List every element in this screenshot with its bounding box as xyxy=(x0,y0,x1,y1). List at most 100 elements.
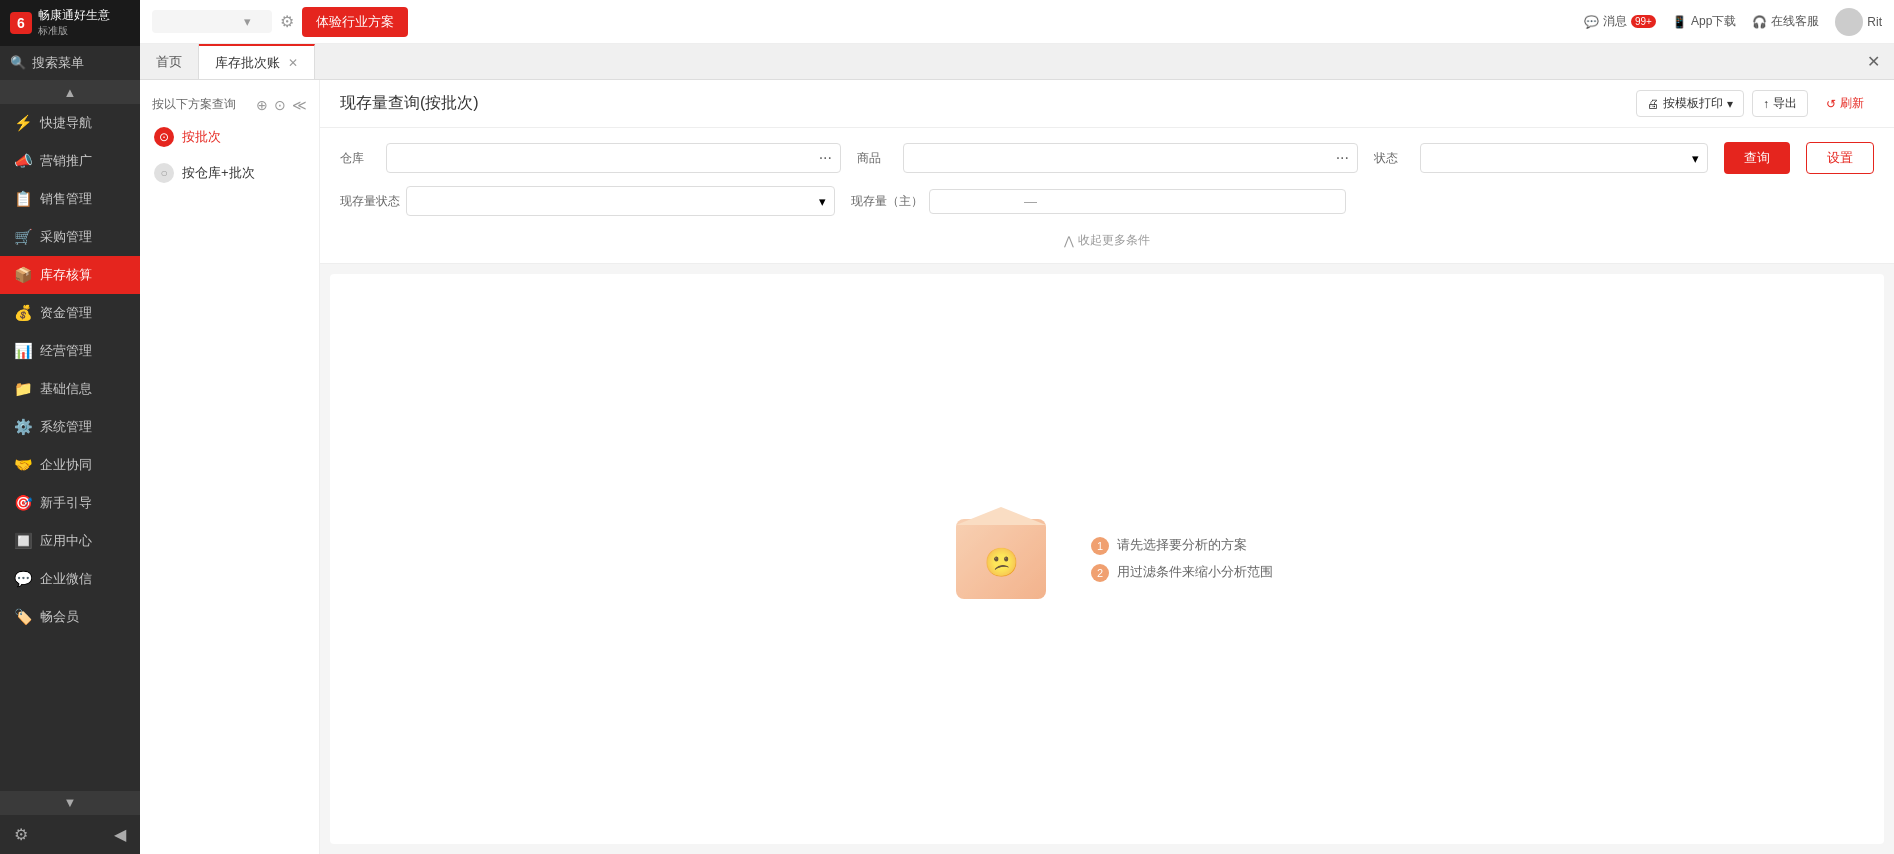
template-print-button[interactable]: 🖨 按模板打印 ▾ xyxy=(1636,90,1744,117)
sidebar-item-label: 新手引导 xyxy=(40,494,92,512)
page-header: 现存量查询(按批次) 🖨 按模板打印 ▾ ↑ 导出 ↺ 刷新 xyxy=(320,80,1894,128)
sidebar-item-label: 营销推广 xyxy=(40,152,92,170)
warehouse-dots[interactable]: ··· xyxy=(819,149,832,167)
settings-plan-icon[interactable]: ⊙ xyxy=(274,97,286,113)
empty-tip-2-text: 用过滤条件来缩小分析范围 xyxy=(1117,563,1273,581)
product-field: 商品 ··· xyxy=(857,143,1358,173)
status-select[interactable]: ▾ xyxy=(1420,143,1708,173)
inventory-status-label: 现存量状态 xyxy=(340,193,400,210)
guide-icon: 🎯 xyxy=(14,494,32,512)
filter-plan-warehouse-batch[interactable]: ○ 按仓库+批次 xyxy=(140,155,319,191)
experience-button[interactable]: 体验行业方案 xyxy=(302,7,408,37)
tab-inventory-batch-label: 库存批次账 xyxy=(215,54,280,72)
sidebar-scroll-up[interactable]: ▲ xyxy=(0,81,140,104)
inventory-qty-label: 现存量（主） xyxy=(851,193,923,210)
query-button[interactable]: 查询 xyxy=(1724,142,1790,174)
chevron-down-icon[interactable]: ▾ xyxy=(244,14,251,29)
qty-max-input[interactable] xyxy=(1043,194,1123,208)
content-area: 按以下方案查询 ⊕ ⊙ ≪ ⊙ 按批次 ○ 按仓库+批次 xyxy=(140,80,1894,854)
product-label: 商品 xyxy=(857,150,897,167)
collapse-row[interactable]: ⋀ 收起更多条件 xyxy=(340,228,1874,253)
product-input[interactable]: ··· xyxy=(903,143,1358,173)
sidebar-item-marketing[interactable]: 📣 营销推广 xyxy=(0,142,140,180)
messages-label: 消息 xyxy=(1603,13,1627,30)
sidebar-item-apps[interactable]: 🔲 应用中心 xyxy=(0,522,140,560)
filter-panel: 按以下方案查询 ⊕ ⊙ ≪ ⊙ 按批次 ○ 按仓库+批次 xyxy=(140,80,320,854)
topbar-gear-icon[interactable]: ⚙ xyxy=(280,12,294,31)
batch-plan-icon: ⊙ xyxy=(154,127,174,147)
empty-tip-2: 2 用过滤条件来缩小分析范围 xyxy=(1091,563,1273,582)
sidebar-item-system[interactable]: ⚙️ 系统管理 xyxy=(0,408,140,446)
tab-home[interactable]: 首页 xyxy=(140,44,199,79)
filter-panel-title: 按以下方案查询 xyxy=(152,96,236,113)
operations-icon: 📊 xyxy=(14,342,32,360)
user-area[interactable]: Rit xyxy=(1835,8,1882,36)
inventory-status-select[interactable]: ▾ xyxy=(406,186,835,216)
product-dots[interactable]: ··· xyxy=(1336,149,1349,167)
collapse-filter-icon[interactable]: ≪ xyxy=(292,97,307,113)
sidebar-item-operations[interactable]: 📊 经营管理 xyxy=(0,332,140,370)
print-dropdown-icon[interactable]: ▾ xyxy=(1727,97,1733,111)
search-form: 仓库 ··· 商品 ··· xyxy=(320,128,1894,264)
sidebar-item-purchase[interactable]: 🛒 采购管理 xyxy=(0,218,140,256)
basic-icon: 📁 xyxy=(14,380,32,398)
warehouse-batch-plan-icon: ○ xyxy=(154,163,174,183)
warehouse-input[interactable]: ··· xyxy=(386,143,841,173)
filter-plan-batch[interactable]: ⊙ 按批次 xyxy=(140,119,319,155)
sidebar-item-member[interactable]: 🏷️ 畅会员 xyxy=(0,598,140,636)
sidebar-item-label: 采购管理 xyxy=(40,228,92,246)
sidebar-item-sales[interactable]: 📋 销售管理 xyxy=(0,180,140,218)
finance-icon: 💰 xyxy=(14,304,32,322)
messages-item[interactable]: 💬 消息 99+ xyxy=(1584,13,1656,30)
sidebar-item-basic[interactable]: 📁 基础信息 xyxy=(0,370,140,408)
sidebar-item-finance[interactable]: 💰 资金管理 xyxy=(0,294,140,332)
tab-close-icon[interactable]: ✕ xyxy=(288,56,298,70)
sidebar-scroll-down[interactable]: ▼ xyxy=(0,791,140,814)
sidebar-item-inventory[interactable]: 📦 库存核算 xyxy=(0,256,140,294)
main-area: ▾ ⚙ 体验行业方案 💬 消息 99+ 📱 App下载 🎧 在线客服 Rit xyxy=(140,0,1894,854)
app-download-label: App下载 xyxy=(1691,13,1736,30)
empty-illustration: 😕 xyxy=(941,499,1061,619)
settings-button[interactable]: 设置 xyxy=(1806,142,1874,174)
inventory-qty-field: 现存量（主） — xyxy=(851,189,1346,214)
topbar-search-area[interactable]: ▾ xyxy=(152,10,272,33)
tip-num-2: 2 xyxy=(1091,564,1109,582)
wechat-icon: 💬 xyxy=(14,570,32,588)
add-plan-icon[interactable]: ⊕ xyxy=(256,97,268,113)
sidebar-footer: ⚙ ◀ xyxy=(0,814,140,854)
sidebar-item-shortcut[interactable]: ⚡ 快捷导航 xyxy=(0,104,140,142)
sidebar-item-label: 企业微信 xyxy=(40,570,92,588)
phone-icon: 📱 xyxy=(1672,15,1687,29)
sidebar-item-label: 应用中心 xyxy=(40,532,92,550)
topbar-search-input[interactable] xyxy=(160,15,240,29)
empty-tip-1-text: 请先选择要分析的方案 xyxy=(1117,536,1247,554)
sidebar-item-wechat[interactable]: 💬 企业微信 xyxy=(0,560,140,598)
inventory-qty-range: — xyxy=(929,189,1346,214)
empty-tips: 1 请先选择要分析的方案 2 用过滤条件来缩小分析范围 xyxy=(1091,536,1273,582)
sidebar-item-enterprise[interactable]: 🤝 企业协同 xyxy=(0,446,140,484)
refresh-button[interactable]: ↺ 刷新 xyxy=(1816,91,1874,116)
chevron-up-icon: ⋀ xyxy=(1064,234,1074,248)
sidebar-search-label: 搜索菜单 xyxy=(32,54,84,72)
filter-panel-actions: ⊕ ⊙ ≪ xyxy=(256,97,307,113)
export-button[interactable]: ↑ 导出 xyxy=(1752,90,1808,117)
warehouse-label: 仓库 xyxy=(340,150,380,167)
online-service-item[interactable]: 🎧 在线客服 xyxy=(1752,13,1819,30)
topbar-right: 💬 消息 99+ 📱 App下载 🎧 在线客服 Rit xyxy=(1584,8,1882,36)
settings-icon[interactable]: ⚙ xyxy=(14,825,28,844)
collapse-sidebar-icon[interactable]: ◀ xyxy=(114,825,126,844)
status-field: 状态 ▾ xyxy=(1374,143,1708,173)
tab-inventory-batch[interactable]: 库存批次账 ✕ xyxy=(199,44,315,79)
panel-close-button[interactable]: ✕ xyxy=(1853,52,1894,71)
apps-icon: 🔲 xyxy=(14,532,32,550)
batch-plan-label: 按批次 xyxy=(182,128,221,146)
sidebar-company-info: 畅康通好生意 标准版 xyxy=(38,8,110,38)
qty-min-input[interactable] xyxy=(938,194,1018,208)
sidebar-item-guide[interactable]: 🎯 新手引导 xyxy=(0,484,140,522)
sidebar-search[interactable]: 🔍 搜索菜单 xyxy=(0,46,140,81)
sidebar-edition: 标准版 xyxy=(38,24,110,38)
sidebar-item-label: 库存核算 xyxy=(40,266,92,284)
marketing-icon: 📣 xyxy=(14,152,32,170)
app-download-item[interactable]: 📱 App下载 xyxy=(1672,13,1736,30)
tab-home-label: 首页 xyxy=(156,53,182,71)
